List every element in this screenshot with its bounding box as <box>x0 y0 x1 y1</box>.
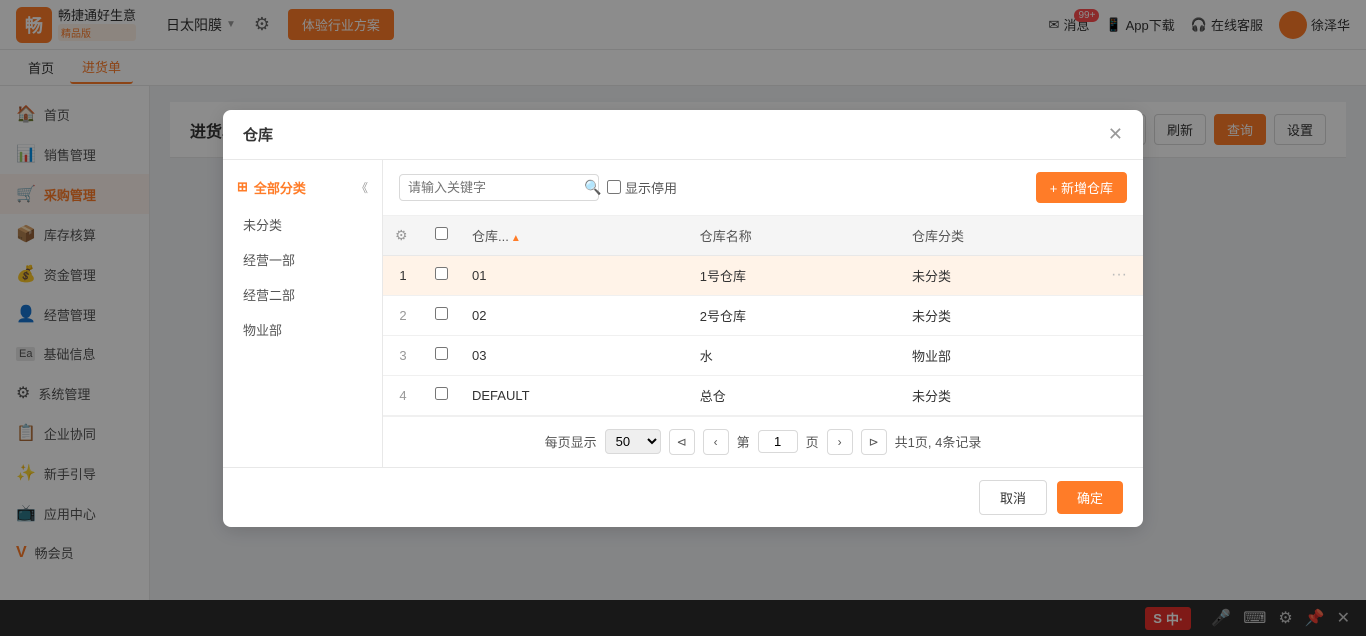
cancel-button[interactable]: 取消 <box>979 480 1047 515</box>
col-name: 仓库名称 <box>688 216 900 256</box>
row-num: 2 <box>383 295 423 335</box>
row-category: 未分类 <box>900 295 1143 335</box>
collapse-icon[interactable]: 《 <box>356 179 368 196</box>
row-checkbox[interactable] <box>435 387 448 400</box>
row-checkbox[interactable] <box>435 347 448 360</box>
search-input-wrap: 🔍 <box>399 174 599 201</box>
all-category-label: 全部分类 <box>254 178 306 197</box>
table-row[interactable]: 2 02 2号仓库 未分类 <box>383 295 1143 335</box>
pagination: 每页显示 50 100 200 ⊲ ‹ 第 页 › ⊳ 共1页, 4条记录 <box>383 416 1143 467</box>
row-name: 水 <box>688 335 900 375</box>
add-warehouse-button[interactable]: + 新增仓库 <box>1036 172 1127 203</box>
col-gear: ⚙ <box>383 216 423 256</box>
row-category: 未分类 ··· <box>900 255 1143 295</box>
row-name: 1号仓库 <box>688 255 900 295</box>
gear-icon: ⚙ <box>395 227 408 243</box>
row-code: 01 <box>460 255 688 295</box>
row-num: 3 <box>383 335 423 375</box>
table-row[interactable]: 3 03 水 物业部 <box>383 335 1143 375</box>
modal-header: 仓库 ✕ <box>223 110 1143 160</box>
warehouse-table-wrap: ⚙ 仓库...▲ 仓库名称 仓库分类 <box>383 216 1143 416</box>
col-category: 仓库分类 <box>900 216 1143 256</box>
modal-overlay: 仓库 ✕ ⊞ 全部分类 《 未分类 经营一部 经营二部 物业部 <box>0 0 1366 636</box>
prev-page-button[interactable]: ‹ <box>703 429 729 455</box>
next-page-button[interactable]: › <box>827 429 853 455</box>
row-code: 02 <box>460 295 688 335</box>
row-checkbox[interactable] <box>435 267 448 280</box>
sort-icon-code: ▲ <box>511 233 521 244</box>
page-label: 第 <box>737 432 750 451</box>
current-page-input[interactable] <box>758 430 798 453</box>
category-grid-icon: ⊞ <box>237 179 248 195</box>
table-header: ⚙ 仓库...▲ 仓库名称 仓库分类 <box>383 216 1143 256</box>
row-num: 1 <box>383 255 423 295</box>
table-row[interactable]: 4 DEFAULT 总仓 未分类 <box>383 375 1143 415</box>
row-num: 4 <box>383 375 423 415</box>
table-body: 1 01 1号仓库 未分类 ··· <box>383 255 1143 415</box>
col-code: 仓库...▲ <box>460 216 688 256</box>
modal-sidebar: ⊞ 全部分类 《 未分类 经营一部 经营二部 物业部 <box>223 160 383 467</box>
row-checkbox-cell <box>423 375 460 415</box>
row-code: 03 <box>460 335 688 375</box>
per-page-label: 每页显示 <box>545 432 597 451</box>
modal-title: 仓库 <box>243 124 273 145</box>
row-code: DEFAULT <box>460 375 688 415</box>
search-icon[interactable]: 🔍 <box>584 179 601 196</box>
show-disabled-wrap: 显示停用 <box>607 178 677 197</box>
row-category: 物业部 <box>900 335 1143 375</box>
row-name: 2号仓库 <box>688 295 900 335</box>
page-summary: 共1页, 4条记录 <box>895 432 982 451</box>
confirm-button[interactable]: 确定 <box>1057 481 1123 514</box>
search-box: 🔍 显示停用 <box>399 174 677 201</box>
last-page-button[interactable]: ⊳ <box>861 429 887 455</box>
col-checkbox <box>423 216 460 256</box>
category-item-1[interactable]: 经营一部 <box>223 242 382 277</box>
table-row[interactable]: 1 01 1号仓库 未分类 ··· <box>383 255 1143 295</box>
category-item-3[interactable]: 物业部 <box>223 312 382 347</box>
modal-toolbar: 🔍 显示停用 + 新增仓库 <box>383 160 1143 216</box>
row-more-icon[interactable]: ··· <box>1107 266 1131 284</box>
category-item-2[interactable]: 经营二部 <box>223 277 382 312</box>
search-input[interactable] <box>408 180 584 195</box>
show-disabled-label: 显示停用 <box>625 178 677 197</box>
row-category: 未分类 <box>900 375 1143 415</box>
modal-sidebar-header: ⊞ 全部分类 《 <box>223 172 382 203</box>
modal-body: ⊞ 全部分类 《 未分类 经营一部 经营二部 物业部 🔍 <box>223 160 1143 467</box>
page-unit: 页 <box>806 432 819 451</box>
row-name: 总仓 <box>688 375 900 415</box>
modal-content-area: 🔍 显示停用 + 新增仓库 <box>383 160 1143 467</box>
row-checkbox-cell <box>423 295 460 335</box>
page-size-select[interactable]: 50 100 200 <box>605 429 661 454</box>
row-checkbox-cell <box>423 335 460 375</box>
all-category-item[interactable]: ⊞ 全部分类 <box>237 178 306 197</box>
row-checkbox[interactable] <box>435 307 448 320</box>
warehouse-table: ⚙ 仓库...▲ 仓库名称 仓库分类 <box>383 216 1143 416</box>
warehouse-modal: 仓库 ✕ ⊞ 全部分类 《 未分类 经营一部 经营二部 物业部 <box>223 110 1143 527</box>
row-checkbox-cell <box>423 255 460 295</box>
first-page-button[interactable]: ⊲ <box>669 429 695 455</box>
show-disabled-checkbox[interactable] <box>607 180 621 194</box>
modal-footer: 取消 确定 <box>223 467 1143 527</box>
select-all-checkbox[interactable] <box>435 227 448 240</box>
category-item-0[interactable]: 未分类 <box>223 207 382 242</box>
modal-close-icon[interactable]: ✕ <box>1108 124 1123 145</box>
